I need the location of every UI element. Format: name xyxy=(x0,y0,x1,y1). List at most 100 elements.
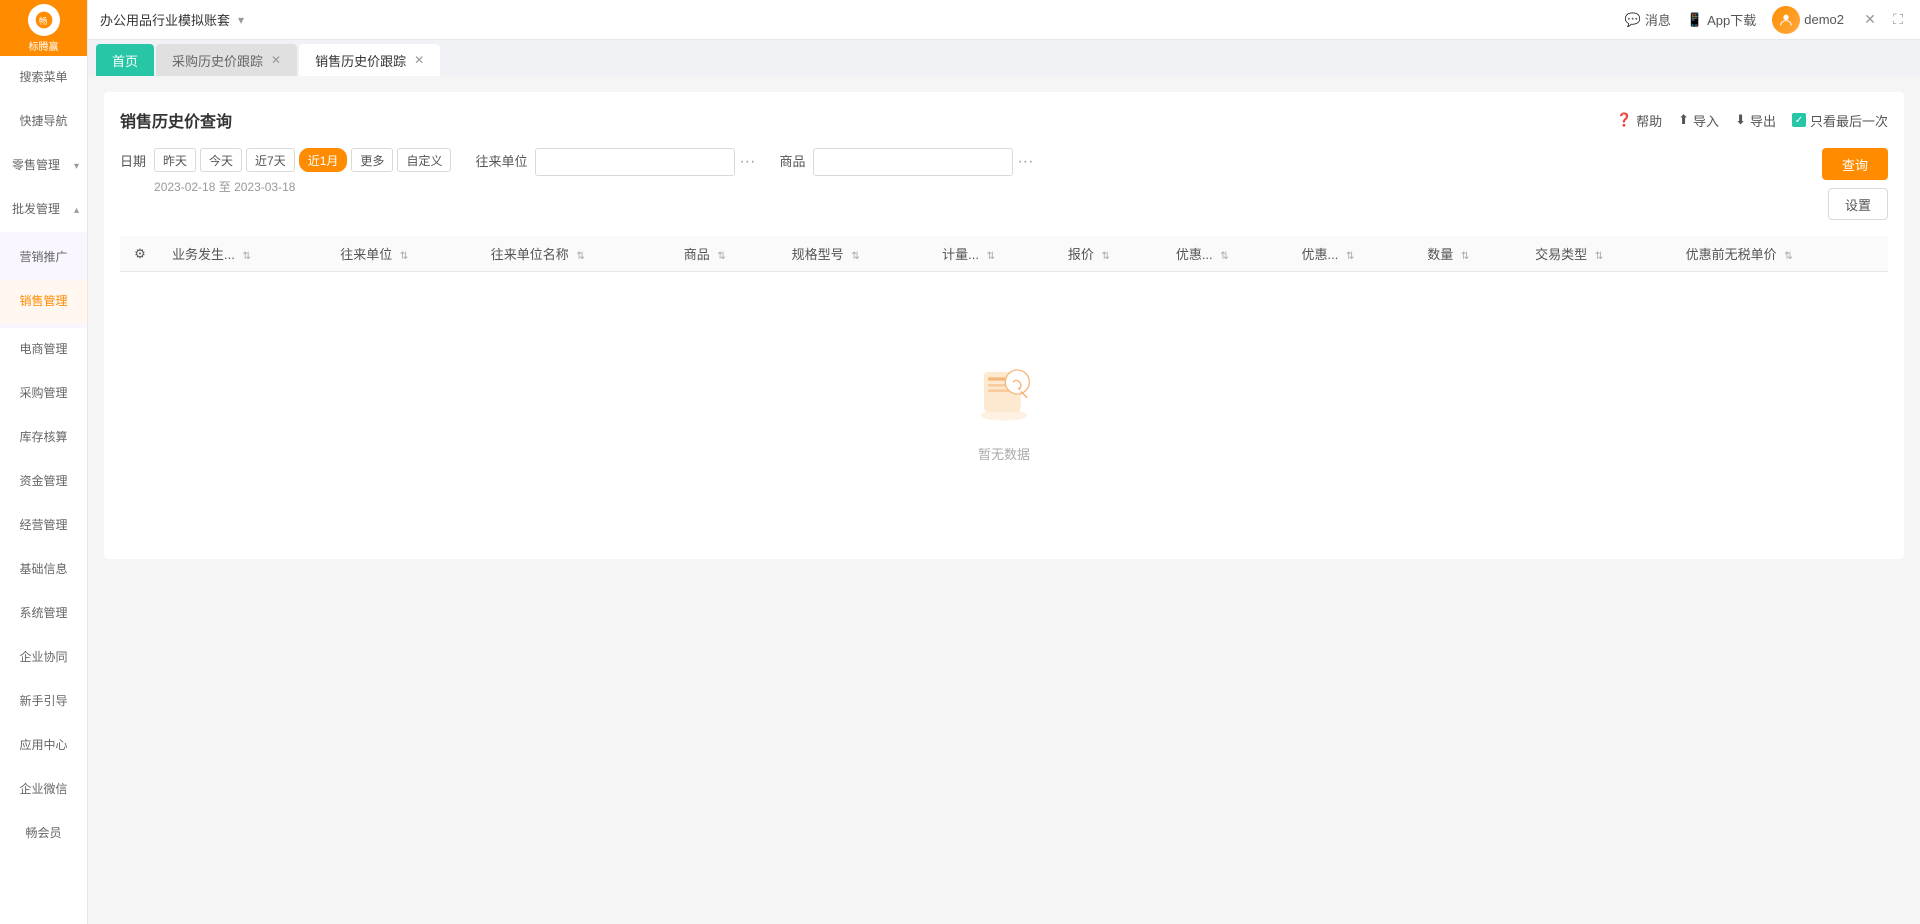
window-controls: ✕ ⛶ xyxy=(1860,10,1908,30)
sidebar-item-label: 系统管理 xyxy=(19,606,67,622)
product-dots[interactable]: ··· xyxy=(1017,148,1033,176)
maximize-window-button[interactable]: ⛶ xyxy=(1888,10,1908,30)
product-filter-label: 商品 xyxy=(779,148,805,176)
import-button[interactable]: ⬆ 导入 xyxy=(1678,111,1719,130)
app-download-button[interactable]: 📱 App下载 xyxy=(1687,10,1756,29)
product-input[interactable] xyxy=(813,148,1013,176)
sidebar-item-search-menu[interactable]: 搜索菜单 xyxy=(0,56,87,100)
last-once-label: 只看最后一次 xyxy=(1810,111,1888,130)
date-btn-last1month[interactable]: 近1月 xyxy=(299,148,348,172)
user-name: demo2 xyxy=(1804,12,1844,27)
sort-icon[interactable]: ⇅ xyxy=(987,251,995,262)
sidebar-item-label: 零售管理 xyxy=(12,158,60,174)
last-once-checkbox[interactable] xyxy=(1792,113,1806,127)
date-btn-today[interactable]: 今天 xyxy=(200,148,242,172)
sidebar-item-label: 新手引导 xyxy=(19,694,67,710)
page-title: 销售历史价查询 xyxy=(120,108,232,132)
sidebar-item-corp-collab[interactable]: 企业协同 xyxy=(0,636,87,680)
gear-icon[interactable]: ⚙ xyxy=(134,246,146,261)
date-btn-more[interactable]: 更多 xyxy=(351,148,393,172)
sort-icon[interactable]: ⇅ xyxy=(1595,251,1603,262)
col-discount2: 优惠... ⇅ xyxy=(1290,236,1416,272)
tab-sales-history-close[interactable]: ✕ xyxy=(414,54,424,66)
app-download-label: App下载 xyxy=(1707,10,1756,29)
sidebar-item-marketing[interactable]: 营销推广 xyxy=(0,236,87,280)
sort-icon[interactable]: ⇅ xyxy=(717,251,725,262)
tab-purchase-history[interactable]: 采购历史价跟踪 ✕ xyxy=(156,44,297,76)
sidebar-item-member[interactable]: 畅会员 xyxy=(0,812,87,856)
tab-home-label: 首页 xyxy=(112,51,138,70)
export-label: 导出 xyxy=(1750,111,1776,130)
sidebar-item-operations[interactable]: 经营管理 xyxy=(0,504,87,548)
tab-purchase-history-close[interactable]: ✕ xyxy=(271,54,281,66)
close-window-button[interactable]: ✕ xyxy=(1860,10,1880,30)
partner-input[interactable] xyxy=(535,148,735,176)
date-btn-last7days[interactable]: 近7天 xyxy=(246,148,295,172)
sidebar-item-app-center[interactable]: 应用中心 xyxy=(0,724,87,768)
sort-icon[interactable]: ⇅ xyxy=(400,251,408,262)
sidebar-item-wholesale-mgmt[interactable]: 批发管理 ▴ xyxy=(0,188,87,232)
product-filter-group: 商品 ··· xyxy=(779,148,1033,176)
topbar-dropdown-icon[interactable]: ▾ xyxy=(238,13,244,27)
sidebar-item-quick-nav[interactable]: 快捷导航 xyxy=(0,100,87,144)
partner-dots[interactable]: ··· xyxy=(739,148,755,176)
sort-icon[interactable]: ⇅ xyxy=(1461,251,1469,262)
sidebar-item-label: 经营管理 xyxy=(19,518,67,534)
sidebar-item-corp-wechat[interactable]: 企业微信 xyxy=(0,768,87,812)
col-pretax-price: 优惠前无税单价 ⇅ xyxy=(1674,236,1888,272)
partner-input-wrap: ··· xyxy=(535,148,755,176)
topbar: 办公用品行业模拟账套 ▾ 💬 消息 📱 App下载 demo2 ✕ ⛶ xyxy=(88,0,1920,40)
export-button[interactable]: ⬇ 导出 xyxy=(1735,111,1776,130)
sidebar-item-ecommerce[interactable]: 电商管理 xyxy=(0,328,87,372)
col-unit: 计量... ⇅ xyxy=(930,236,1056,272)
partner-filter-label: 往来单位 xyxy=(475,148,527,176)
sidebar-item-label: 企业微信 xyxy=(19,782,67,798)
sidebar-item-retail-mgmt[interactable]: 零售管理 ▾ xyxy=(0,144,87,188)
date-range-display: 2023-02-18 至 2023-03-18 xyxy=(154,178,451,195)
sidebar-item-inventory[interactable]: 库存核算 xyxy=(0,416,87,460)
message-button[interactable]: 💬 消息 xyxy=(1625,10,1671,29)
col-trade-type: 交易类型 ⇅ xyxy=(1523,236,1673,272)
sort-icon[interactable]: ⇅ xyxy=(1220,251,1228,262)
sidebar-item-label: 库存核算 xyxy=(19,430,67,446)
col-partner-code: 往来单位 ⇅ xyxy=(328,236,478,272)
sidebar-item-base-info[interactable]: 基础信息 xyxy=(0,548,87,592)
sort-icon[interactable]: ⇅ xyxy=(1784,251,1792,262)
filter-right-actions: 查询 设置 xyxy=(1822,148,1888,220)
sidebar-item-purchase-mgmt[interactable]: 采购管理 xyxy=(0,372,87,416)
sidebar-item-label: 批发管理 xyxy=(12,202,60,218)
date-buttons: 昨天 今天 近7天 近1月 更多 自定义 xyxy=(154,148,451,172)
sort-icon[interactable]: ⇅ xyxy=(1101,251,1109,262)
tab-home[interactable]: 首页 xyxy=(96,44,154,76)
col-partner-name: 往来单位名称 ⇅ xyxy=(479,236,672,272)
filter-dates: 昨天 今天 近7天 近1月 更多 自定义 2023-02-18 至 2023-0… xyxy=(154,148,451,195)
help-button[interactable]: ❓ 帮助 xyxy=(1616,111,1662,130)
sidebar-logo: 畅 标腾赢 xyxy=(0,0,87,56)
tab-sales-history[interactable]: 销售历史价跟踪 ✕ xyxy=(299,44,440,76)
message-label: 消息 xyxy=(1645,10,1671,29)
sidebar-item-label: 销售管理 xyxy=(19,294,67,310)
user-menu[interactable]: demo2 xyxy=(1772,6,1844,34)
sort-icon[interactable]: ⇅ xyxy=(851,251,859,262)
tab-sales-history-label: 销售历史价跟踪 xyxy=(315,51,406,70)
settings-button[interactable]: 设置 xyxy=(1828,188,1888,220)
help-icon: ❓ xyxy=(1616,112,1632,128)
sort-icon[interactable]: ⇅ xyxy=(1346,251,1354,262)
data-table: ⚙ 业务发生... ⇅ 往来单位 ⇅ 往来单位名称 xyxy=(120,236,1888,272)
sidebar-item-finance[interactable]: 资金管理 xyxy=(0,460,87,504)
query-button[interactable]: 查询 xyxy=(1822,148,1888,180)
sidebar-item-sales-mgmt[interactable]: 销售管理 xyxy=(0,280,87,324)
sort-icon[interactable]: ⇅ xyxy=(242,251,250,262)
date-btn-yesterday[interactable]: 昨天 xyxy=(154,148,196,172)
page-header: 销售历史价查询 ❓ 帮助 ⬆ 导入 ⬇ 导出 xyxy=(120,108,1888,132)
date-btn-custom[interactable]: 自定义 xyxy=(397,148,451,172)
sidebar-item-newbie[interactable]: 新手引导 xyxy=(0,680,87,724)
col-spec: 规格型号 ⇅ xyxy=(780,236,930,272)
sidebar-item-system[interactable]: 系统管理 xyxy=(0,592,87,636)
sidebar-item-label: 畅会员 xyxy=(25,826,61,842)
last-once-checkbox-label[interactable]: 只看最后一次 xyxy=(1792,111,1888,130)
avatar xyxy=(1772,6,1800,34)
sort-icon[interactable]: ⇅ xyxy=(576,251,584,262)
topbar-left: 办公用品行业模拟账套 ▾ xyxy=(100,10,244,29)
col-discount1: 优惠... ⇅ xyxy=(1164,236,1290,272)
